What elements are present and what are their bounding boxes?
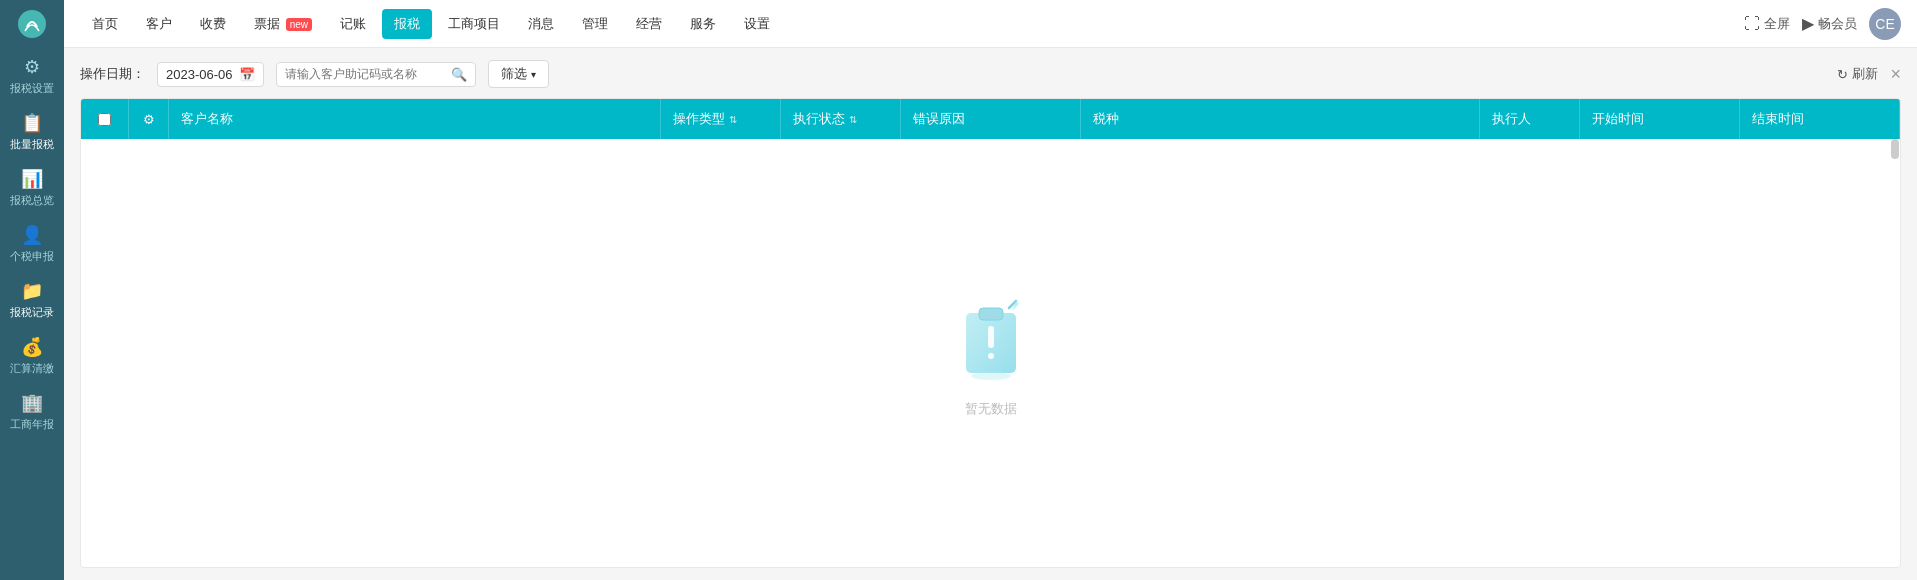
calendar-icon: 📅	[239, 67, 255, 82]
table-container: ⚙ 客户名称 操作类型 ⇅ 执行状态 ⇅ 错误原因 税种	[80, 98, 1901, 568]
nav-home[interactable]: 首页	[80, 9, 130, 39]
date-value: 2023-06-06	[166, 67, 233, 82]
close-icon: ×	[1890, 64, 1901, 84]
nav-jizhang[interactable]: 记账	[328, 9, 378, 39]
empty-state: 暂无数据	[941, 288, 1041, 418]
nav-gongshang[interactable]: 工商项目	[436, 9, 512, 39]
sidebar-item-piliang-baoshui[interactable]: 📋 批量报税	[0, 104, 64, 160]
topnav: 首页 客户 收费 票据 new 记账 报税 工商项目 消息	[64, 0, 1917, 48]
date-label: 操作日期：	[80, 65, 145, 83]
fullscreen-icon: ⛶	[1744, 15, 1760, 33]
filter-button[interactable]: 筛选 ▾	[488, 60, 549, 88]
member-icon: ▶	[1802, 14, 1814, 33]
th-check[interactable]	[81, 99, 129, 139]
svg-point-0	[18, 10, 46, 38]
toolbar: 操作日期： 2023-06-06 📅 🔍 筛选 ▾ ↻ 刷新 ×	[80, 60, 1901, 88]
scrollbar-thumb[interactable]	[1891, 139, 1899, 159]
refresh-icon: ↻	[1837, 67, 1848, 82]
topnav-items: 首页 客户 收费 票据 new 记账 报税 工商项目 消息	[80, 9, 1744, 39]
settings-icon: ⚙	[24, 56, 40, 78]
svg-point-7	[971, 372, 1011, 380]
select-all-checkbox[interactable]	[98, 113, 111, 126]
th-endtime: 结束时间	[1740, 99, 1900, 139]
nav-customer[interactable]: 客户	[134, 9, 184, 39]
empty-illustration	[941, 288, 1041, 388]
nav-shoufei[interactable]: 收费	[188, 9, 238, 39]
th-customer-name: 客户名称	[169, 99, 661, 139]
nav-xiaoxi[interactable]: 消息	[516, 9, 566, 39]
sidebar-item-geshuishenbaom-label: 个税申报	[10, 249, 54, 264]
search-icon: 🔍	[451, 67, 467, 82]
th-op-type[interactable]: 操作类型 ⇅	[661, 99, 781, 139]
sidebar-item-huisuan-jiaona[interactable]: 💰 汇算清缴	[0, 328, 64, 384]
sidebar-item-baoshui-jilu[interactable]: 📁 报税记录	[0, 272, 64, 328]
nav-piaoju[interactable]: 票据 new	[242, 9, 324, 39]
sidebar-item-gongshang-nianbao-label: 工商年报	[10, 417, 54, 432]
chevron-down-icon: ▾	[531, 69, 536, 80]
nav-baoshui[interactable]: 报税	[382, 9, 432, 39]
th-error: 错误原因	[901, 99, 1081, 139]
close-button[interactable]: ×	[1890, 65, 1901, 83]
nav-shezhi[interactable]: 设置	[732, 9, 782, 39]
topnav-right: ⛶ 全屏 ▶ 畅会员 CE	[1744, 8, 1901, 40]
th-taxtype: 税种	[1081, 99, 1480, 139]
records-icon: 📁	[21, 280, 43, 302]
logo-icon	[17, 9, 47, 39]
status-sort-icon: ⇅	[849, 114, 857, 125]
sidebar-logo	[0, 0, 64, 48]
optype-sort-icon: ⇅	[729, 114, 737, 125]
search-box: 🔍	[276, 62, 476, 87]
main-area: 首页 客户 收费 票据 new 记账 报税 工商项目 消息	[64, 0, 1917, 580]
th-starttime: 开始时间	[1580, 99, 1740, 139]
sidebar-item-gongshang-nianbao[interactable]: 🏢 工商年报	[0, 384, 64, 440]
svg-rect-2	[979, 308, 1003, 320]
sidebar-item-baoshui-zonglam[interactable]: 📊 报税总览	[0, 160, 64, 216]
annual-report-icon: 🏢	[21, 392, 43, 414]
svg-rect-3	[988, 326, 994, 348]
nav-jingying[interactable]: 经营	[624, 9, 674, 39]
empty-text: 暂无数据	[965, 400, 1017, 418]
nav-fuwu[interactable]: 服务	[678, 9, 728, 39]
piaoju-badge: new	[286, 18, 312, 31]
nav-guanli[interactable]: 管理	[570, 9, 620, 39]
filter-label: 筛选	[501, 65, 527, 83]
table-body: 暂无数据	[81, 139, 1900, 567]
refresh-button[interactable]: ↻ 刷新	[1837, 65, 1878, 83]
personal-tax-icon: 👤	[21, 224, 43, 246]
th-executor: 执行人	[1480, 99, 1580, 139]
sidebar-item-huisuan-jiaona-label: 汇算清缴	[10, 361, 54, 376]
sidebar-item-piliang-baoshui-label: 批量报税	[10, 137, 54, 152]
sidebar-item-baoshui-shezhi-label: 报税设置	[10, 81, 54, 96]
toolbar-right: ↻ 刷新 ×	[1837, 65, 1901, 83]
sidebar-item-geshuishenbaom[interactable]: 👤 个税申报	[0, 216, 64, 272]
th-status[interactable]: 执行状态 ⇅	[781, 99, 901, 139]
sidebar-item-baoshui-jilu-label: 报税记录	[10, 305, 54, 320]
search-input[interactable]	[285, 67, 447, 81]
sidebar-item-baoshui-zonglam-label: 报税总览	[10, 193, 54, 208]
gear-icon: ⚙	[143, 112, 155, 127]
content-area: 操作日期： 2023-06-06 📅 🔍 筛选 ▾ ↻ 刷新 ×	[64, 48, 1917, 580]
settlement-icon: 💰	[21, 336, 43, 358]
avatar[interactable]: CE	[1869, 8, 1901, 40]
fullscreen-button[interactable]: ⛶ 全屏	[1744, 15, 1790, 33]
svg-point-4	[988, 353, 994, 359]
table-header: ⚙ 客户名称 操作类型 ⇅ 执行状态 ⇅ 错误原因 税种	[81, 99, 1900, 139]
member-button[interactable]: ▶ 畅会员	[1802, 14, 1857, 33]
date-input[interactable]: 2023-06-06 📅	[157, 62, 264, 87]
sidebar-item-baoshui-shezhi[interactable]: ⚙ 报税设置	[0, 48, 64, 104]
overview-icon: 📊	[21, 168, 43, 190]
sidebar: ⚙ 报税设置 📋 批量报税 📊 报税总览 👤 个税申报 📁 报税记录 💰 汇算清…	[0, 0, 64, 580]
batch-tax-icon: 📋	[21, 112, 43, 134]
th-gear[interactable]: ⚙	[129, 99, 169, 139]
